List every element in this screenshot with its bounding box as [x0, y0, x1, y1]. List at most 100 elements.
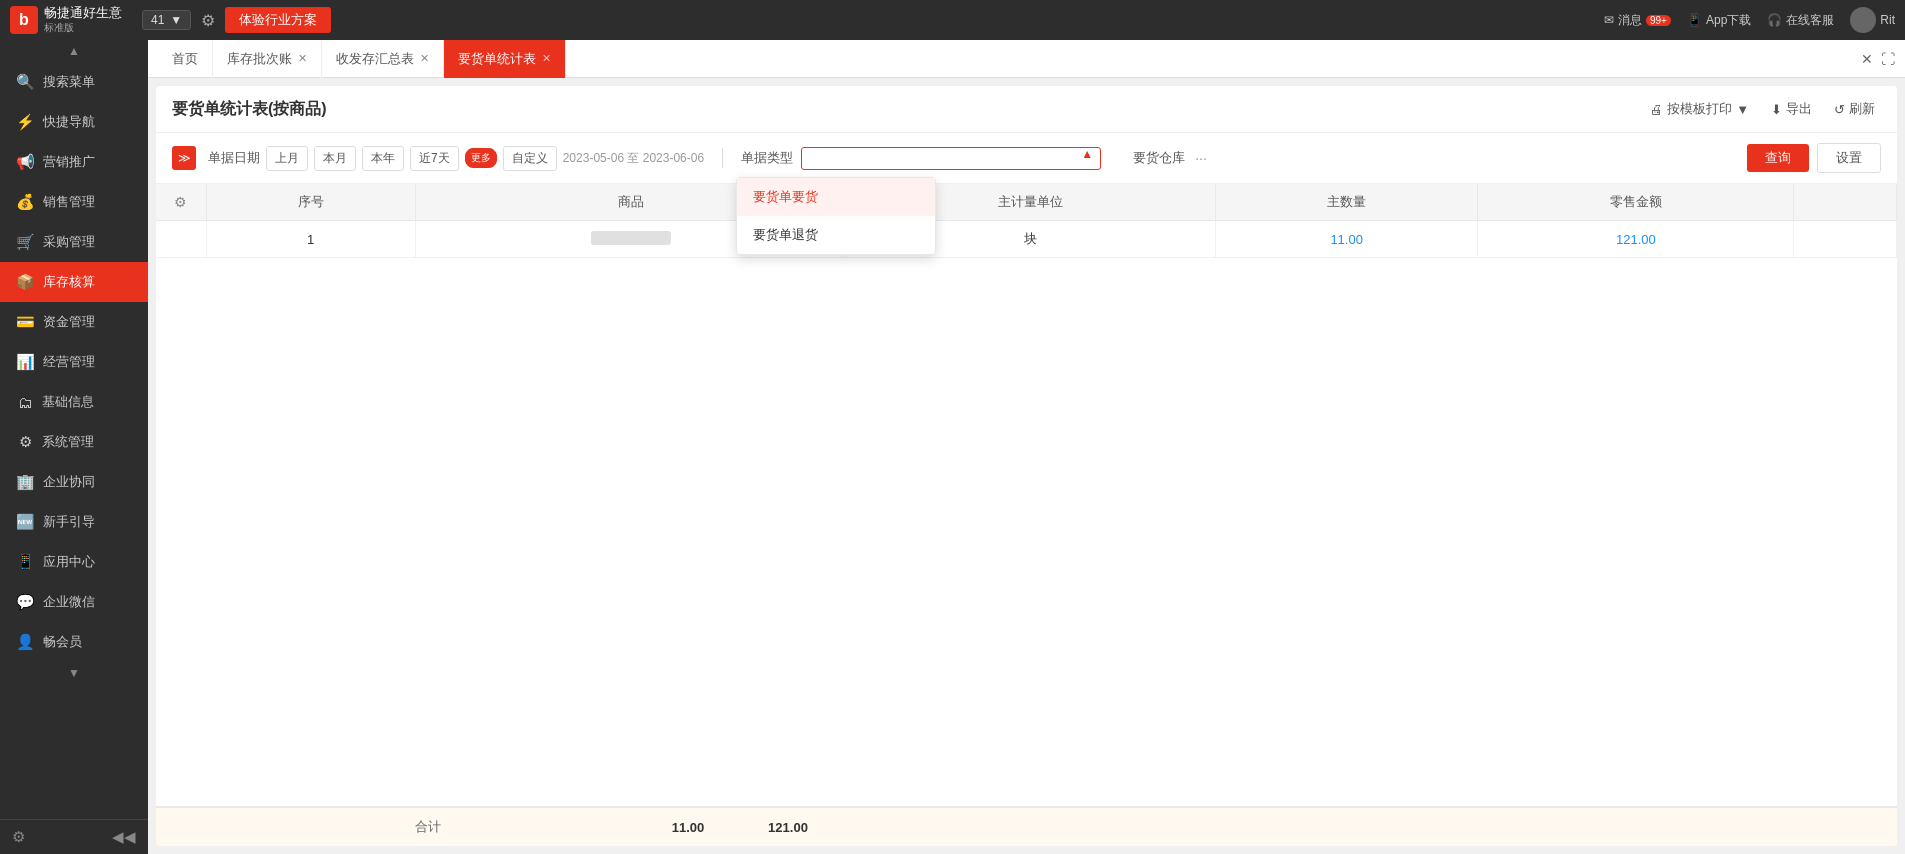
trial-button[interactable]: 体验行业方案: [225, 7, 331, 33]
tab-collect-summary[interactable]: 收发存汇总表 ✕: [322, 40, 444, 78]
tab-order-summary[interactable]: 要货单统计表 ✕: [444, 40, 566, 78]
settings-gear-button[interactable]: ⚙: [201, 11, 215, 30]
export-icon: ⬇: [1771, 102, 1782, 117]
sidebar-item-inventory[interactable]: 📦 库存核算: [0, 262, 148, 302]
sidebar-item-basic-info[interactable]: 🗂 基础信息: [0, 382, 148, 422]
app-logo: b 畅捷通好生意 标准版: [10, 5, 122, 35]
filter-type-section: 单据类型 ▲: [741, 147, 1101, 170]
sidebar-item-member[interactable]: 👤 畅会员: [0, 622, 148, 662]
sidebar-item-marketing[interactable]: 📢 营销推广: [0, 142, 148, 182]
app-center-icon: 📱: [16, 553, 35, 571]
service-icon: 🎧: [1767, 13, 1782, 27]
sidebar-item-guide[interactable]: 🆕 新手引导: [0, 502, 148, 542]
sidebar-item-enterprise[interactable]: 🏢 企业协同: [0, 462, 148, 502]
sidebar-item-operations[interactable]: 📊 经营管理: [0, 342, 148, 382]
prev-month-button[interactable]: 上月: [266, 146, 308, 171]
type-input[interactable]: [801, 147, 1101, 170]
data-table: ⚙ 序号 商品 主计量单位 主数量 零售金额: [156, 184, 1897, 258]
table-container: ⚙ 序号 商品 主计量单位 主数量 零售金额: [156, 184, 1897, 806]
recent7-button[interactable]: 近7天: [410, 146, 459, 171]
col-extra: [1794, 184, 1897, 221]
fullscreen-button[interactable]: ⛶: [1881, 51, 1895, 67]
close-all-tabs-button[interactable]: ✕: [1861, 51, 1873, 67]
topbar-center: 41 ▼ ⚙ 体验行业方案: [142, 7, 1604, 33]
sidebar-item-purchase[interactable]: 🛒 采购管理: [0, 222, 148, 262]
tab-batch-account-close[interactable]: ✕: [298, 52, 307, 65]
print-button[interactable]: 🖨 按模板打印 ▼: [1644, 96, 1755, 122]
dropdown-item-order-return[interactable]: 要货单退货: [737, 216, 935, 254]
tab-collect-summary-close[interactable]: ✕: [420, 52, 429, 65]
sidebar: ▲ 🔍 搜索菜单 ⚡ 快捷导航 📢 营销推广 💰 销售管理 🛒 采购管理 📦 库…: [0, 40, 148, 854]
table-settings-icon[interactable]: ⚙: [174, 194, 187, 210]
sidebar-item-search[interactable]: 🔍 搜索菜单: [0, 62, 148, 102]
expand-icon: ≫: [178, 151, 191, 165]
sidebar-label-enterprise: 企业协同: [43, 473, 95, 491]
message-label: 消息: [1618, 12, 1642, 29]
basic-info-icon: 🗂: [16, 394, 34, 411]
finance-icon: 💳: [16, 313, 35, 331]
search-icon: 🔍: [16, 73, 35, 91]
filter-more-button[interactable]: ···: [1195, 150, 1207, 166]
marketing-icon: 📢: [16, 153, 35, 171]
quick-nav-icon: ⚡: [16, 113, 35, 131]
brand-sub: 标准版: [44, 21, 122, 35]
sidebar-label-inventory: 库存核算: [43, 273, 95, 291]
sidebar-scroll-up[interactable]: ▲: [0, 40, 148, 62]
enterprise-icon: 🏢: [16, 473, 35, 491]
main-layout: ▲ 🔍 搜索菜单 ⚡ 快捷导航 📢 营销推广 💰 销售管理 🛒 采购管理 📦 库…: [0, 40, 1905, 854]
sidebar-item-sales[interactable]: 💰 销售管理: [0, 182, 148, 222]
tab-order-summary-close[interactable]: ✕: [542, 52, 551, 65]
date-range-display: 2023-05-06 至 2023-06-06: [563, 150, 704, 167]
refresh-button[interactable]: ↺ 刷新: [1828, 96, 1881, 122]
sidebar-collapse-button[interactable]: ◀◀: [112, 828, 136, 846]
date-label: 单据日期: [208, 149, 260, 167]
sidebar-scroll-down[interactable]: ▼: [0, 662, 148, 684]
filter-expand-button[interactable]: ≫: [172, 146, 196, 170]
tab-home[interactable]: 首页: [158, 40, 213, 78]
footer-amount: 121.00: [738, 820, 838, 835]
sidebar-label-quick-nav: 快捷导航: [43, 113, 95, 131]
user-profile-button[interactable]: Rit: [1850, 7, 1895, 33]
custom-date-button[interactable]: 自定义: [503, 146, 557, 171]
chevron-down-icon: ▼: [170, 13, 182, 27]
more-dates-badge[interactable]: 更多: [465, 148, 497, 168]
export-button[interactable]: ⬇ 导出: [1765, 96, 1818, 122]
sidebar-label-purchase: 采购管理: [43, 233, 95, 251]
query-button[interactable]: 查询: [1747, 144, 1809, 172]
sidebar-label-sales: 销售管理: [43, 193, 95, 211]
user-name: Rit: [1880, 13, 1895, 27]
amount-link[interactable]: 121.00: [1616, 232, 1656, 247]
col-settings[interactable]: ⚙: [156, 184, 206, 221]
page-content: 要货单统计表(按商品) 🖨 按模板打印 ▼ ⬇ 导出 ↺ 刷新: [156, 86, 1897, 846]
sidebar-item-system[interactable]: ⚙ 系统管理: [0, 422, 148, 462]
dropdown-item-order-goods[interactable]: 要货单要货: [737, 178, 935, 216]
sidebar-label-search: 搜索菜单: [43, 73, 95, 91]
sidebar-item-finance[interactable]: 💳 资金管理: [0, 302, 148, 342]
sales-icon: 💰: [16, 193, 35, 211]
cell-quantity: 11.00: [1215, 221, 1478, 258]
sidebar-label-member: 畅会员: [43, 633, 82, 651]
this-year-button[interactable]: 本年: [362, 146, 404, 171]
type-arrow-icon[interactable]: ▲: [1081, 147, 1093, 161]
sidebar-label-operations: 经营管理: [43, 353, 95, 371]
sidebar-label-finance: 资金管理: [43, 313, 95, 331]
sidebar-bottom: ⚙ ◀◀: [0, 819, 148, 854]
sidebar-item-weixin[interactable]: 💬 企业微信: [0, 582, 148, 622]
tab-batch-account[interactable]: 库存批次账 ✕: [213, 40, 322, 78]
warehouse-label: 要货仓库: [1133, 149, 1185, 167]
online-service-button[interactable]: 🎧 在线客服: [1767, 12, 1834, 29]
table-header-row: ⚙ 序号 商品 主计量单位 主数量 零售金额: [156, 184, 1897, 221]
quantity-link[interactable]: 11.00: [1330, 232, 1363, 247]
app-download-label: App下载: [1706, 12, 1751, 29]
this-month-button[interactable]: 本月: [314, 146, 356, 171]
filter-settings-button[interactable]: 设置: [1817, 143, 1881, 173]
date-filter: 单据日期 上月 本月 本年 近7天 更多 自定义 2023-05-06 至 20…: [208, 146, 704, 171]
print-icon: 🖨: [1650, 102, 1663, 117]
type-dropdown-menu: 要货单要货 要货单退货: [736, 177, 936, 255]
sidebar-item-quick-nav[interactable]: ⚡ 快捷导航: [0, 102, 148, 142]
store-selector[interactable]: 41 ▼: [142, 10, 191, 30]
sidebar-settings-button[interactable]: ⚙: [12, 828, 25, 846]
message-button[interactable]: ✉ 消息 99+: [1604, 12, 1671, 29]
app-download-button[interactable]: 📱 App下载: [1687, 12, 1751, 29]
sidebar-item-app-center[interactable]: 📱 应用中心: [0, 542, 148, 582]
